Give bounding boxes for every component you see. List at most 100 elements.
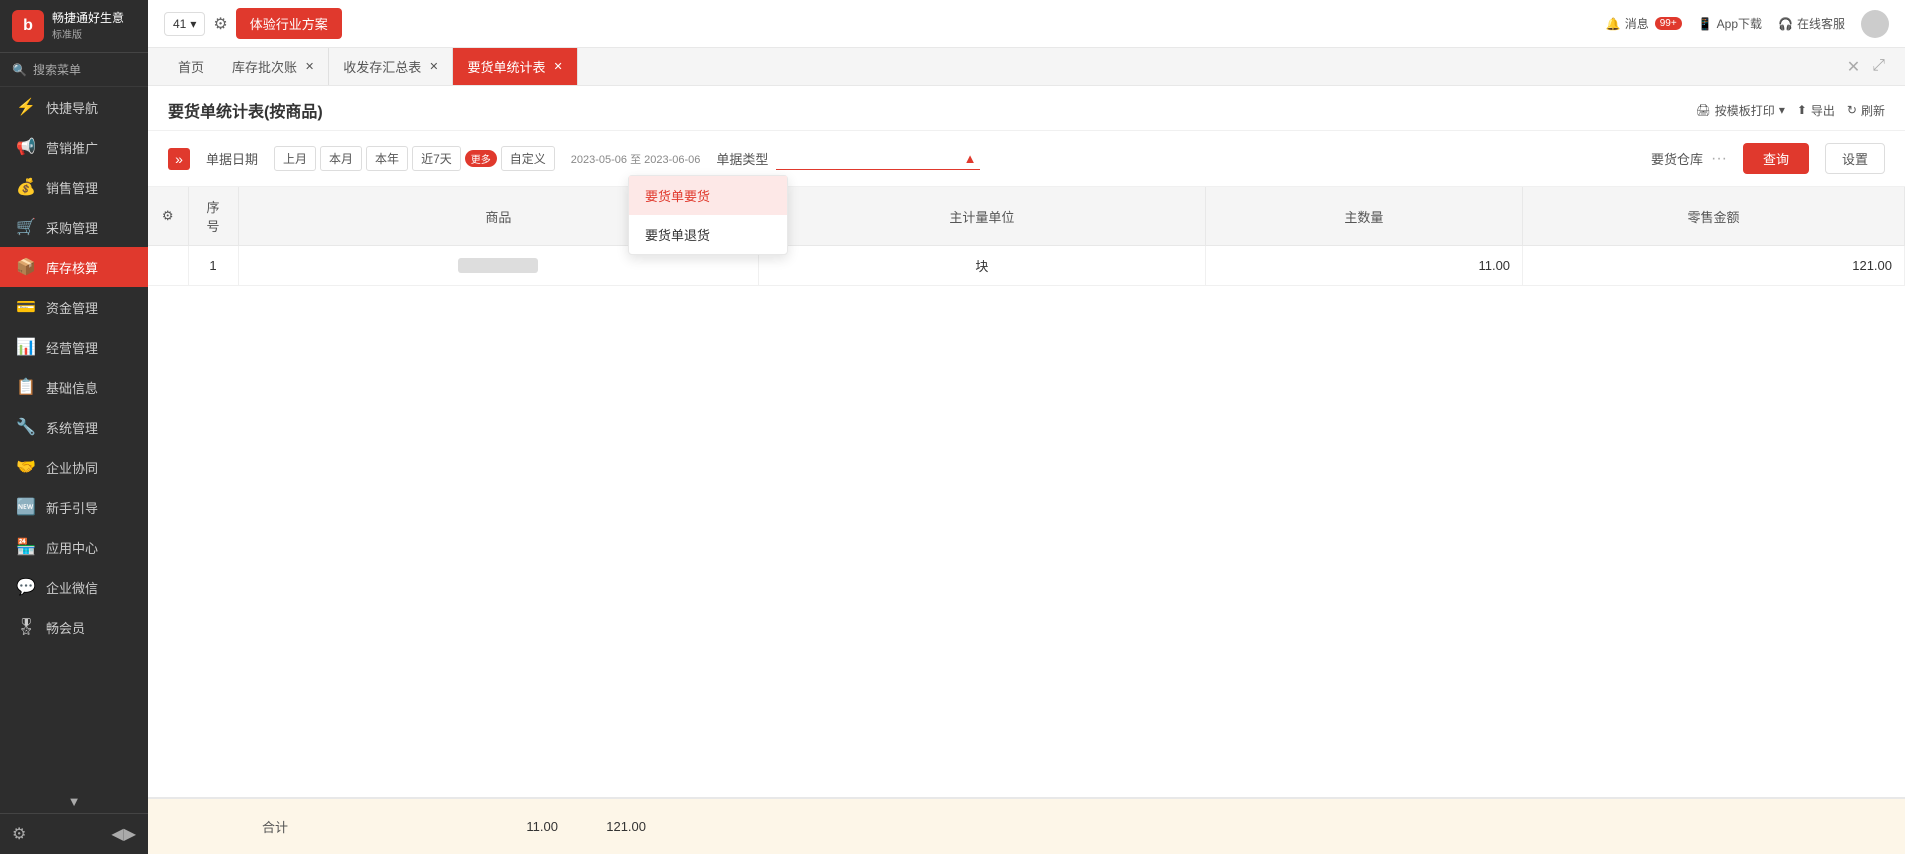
query-button[interactable]: 查询 bbox=[1743, 143, 1809, 174]
col-header-amount: 零售金额 bbox=[1523, 187, 1905, 246]
appstore-icon: 🏪 bbox=[16, 537, 36, 557]
this-year-btn[interactable]: 本年 bbox=[366, 146, 408, 171]
sidebar-item-system[interactable]: 🔧 系统管理 bbox=[0, 407, 148, 447]
phone-icon: 📱 bbox=[1698, 17, 1713, 31]
cell-settings bbox=[148, 246, 188, 286]
type-filter-input[interactable] bbox=[776, 148, 980, 170]
maximize-icon[interactable]: ⤢ bbox=[1868, 55, 1889, 79]
sidebar-item-operation[interactable]: 📊 经营管理 bbox=[0, 327, 148, 367]
sidebar-item-quick-nav[interactable]: ⚡ 快捷导航 bbox=[0, 87, 148, 127]
col-header-qty: 主数量 bbox=[1205, 187, 1522, 246]
export-icon: ⬆ bbox=[1797, 103, 1807, 117]
notifications-label: 消息 bbox=[1625, 15, 1649, 32]
last-month-btn[interactable]: 上月 bbox=[274, 146, 316, 171]
sidebar-item-label: 企业协同 bbox=[46, 458, 98, 477]
cell-num: 1 bbox=[188, 246, 238, 286]
sidebar-item-guide[interactable]: 🆕 新手引导 bbox=[0, 487, 148, 527]
sidebar-item-wechat[interactable]: 💬 企业微信 bbox=[0, 567, 148, 607]
sidebar-item-inventory[interactable]: 📦 库存核算 bbox=[0, 247, 148, 287]
table-footer: 合计 11.00 121.00 bbox=[148, 797, 1905, 854]
close-all-icon[interactable]: ✕ bbox=[1843, 55, 1864, 79]
trial-button[interactable]: 体验行业方案 bbox=[236, 8, 342, 39]
sidebar-item-member[interactable]: 🎖 畅会员 bbox=[0, 607, 148, 647]
cell-unit: 块 bbox=[759, 246, 1205, 286]
sidebar-item-label: 库存核算 bbox=[46, 258, 98, 277]
marketing-icon: 📢 bbox=[16, 137, 36, 157]
settings-icon: ⚙ bbox=[162, 208, 174, 223]
type-dropdown-menu: 要货单要货 要货单退货 bbox=[628, 175, 788, 255]
tab-home[interactable]: 首页 bbox=[164, 49, 218, 84]
page-title: 要货单统计表(按商品) bbox=[168, 98, 323, 122]
sidebar-item-label: 采购管理 bbox=[46, 218, 98, 237]
sidebar-item-label: 新手引导 bbox=[46, 498, 98, 517]
topbar: 41 ▾ ⚙ 体验行业方案 🔔 消息 99+ 📱 App下载 🎧 在线客服 bbox=[148, 0, 1905, 48]
basic-icon: 📋 bbox=[16, 377, 36, 397]
collapse-icon[interactable]: ◀▶ bbox=[111, 824, 136, 844]
print-template-btn[interactable]: 🖨 按模板打印 ▾ bbox=[1696, 102, 1785, 119]
warehouse-more-icon[interactable]: ··· bbox=[1711, 150, 1727, 168]
app-download-item[interactable]: 📱 App下载 bbox=[1698, 15, 1762, 32]
sidebar-item-marketing[interactable]: 📢 营销推广 bbox=[0, 127, 148, 167]
dropdown-item-order-return[interactable]: 要货单退货 bbox=[629, 215, 787, 254]
store-name: 41 bbox=[173, 17, 186, 31]
filter-toggle-btn[interactable]: » bbox=[168, 148, 190, 170]
data-table-wrapper: ⚙ 序号 商品 主计量单位 主数量 bbox=[148, 187, 1905, 286]
sidebar-item-finance[interactable]: 💳 资金管理 bbox=[0, 287, 148, 327]
app-download-label: App下载 bbox=[1717, 15, 1762, 32]
finance-icon: 💳 bbox=[16, 297, 36, 317]
sidebar-item-appstore[interactable]: 🏪 应用中心 bbox=[0, 527, 148, 567]
sidebar-item-basic[interactable]: 📋 基础信息 bbox=[0, 367, 148, 407]
store-selector[interactable]: 41 ▾ bbox=[164, 12, 205, 36]
last-7-btn[interactable]: 近7天 bbox=[412, 146, 461, 171]
refresh-btn[interactable]: ↻ 刷新 bbox=[1847, 102, 1885, 119]
page-content: 要货单统计表(按商品) 🖨 按模板打印 ▾ ⬆ 导出 ↻ 刷新 » bbox=[148, 86, 1905, 854]
close-icon[interactable]: ✕ bbox=[554, 60, 563, 73]
this-month-btn[interactable]: 本月 bbox=[320, 146, 362, 171]
sidebar-item-label: 应用中心 bbox=[46, 538, 98, 557]
chevron-up-icon[interactable]: ▲ bbox=[964, 151, 977, 166]
sidebar-item-label: 基础信息 bbox=[46, 378, 98, 397]
dropdown-item-order-goods[interactable]: 要货单要货 bbox=[629, 176, 787, 215]
close-icon[interactable]: ✕ bbox=[305, 60, 314, 73]
col-header-settings[interactable]: ⚙ bbox=[148, 187, 188, 246]
app-version: 标准版 bbox=[52, 26, 124, 41]
sidebar-item-collab[interactable]: 🤝 企业协同 bbox=[0, 447, 148, 487]
logo-icon: b bbox=[12, 10, 44, 42]
settings-icon[interactable]: ⚙ bbox=[12, 824, 26, 844]
online-service-item[interactable]: 🎧 在线客服 bbox=[1778, 15, 1845, 32]
sidebar: b 畅捷通好生意 标准版 🔍 搜索菜单 ⚡ 快捷导航 📢 营销推广 💰 销售管理… bbox=[0, 0, 148, 854]
search-menu[interactable]: 🔍 搜索菜单 bbox=[0, 53, 148, 87]
user-avatar[interactable] bbox=[1861, 10, 1889, 38]
tab-inventory-batch[interactable]: 库存批次账 ✕ bbox=[218, 48, 329, 85]
topbar-left: 41 ▾ ⚙ 体验行业方案 bbox=[164, 8, 1594, 39]
custom-date-btn[interactable]: 自定义 bbox=[501, 146, 555, 171]
guide-icon: 🆕 bbox=[16, 497, 36, 517]
sidebar-item-sales[interactable]: 💰 销售管理 bbox=[0, 167, 148, 207]
sidebar-item-label: 系统管理 bbox=[46, 418, 98, 437]
sidebar-item-label: 营销推广 bbox=[46, 138, 98, 157]
tab-bar: 首页 库存批次账 ✕ 收发存汇总表 ✕ 要货单统计表 ✕ ✕ ⤢ bbox=[148, 48, 1905, 86]
filter-type-group: 单据类型 ▲ bbox=[716, 148, 980, 170]
topbar-gear-icon[interactable]: ⚙ bbox=[213, 14, 227, 34]
close-icon[interactable]: ✕ bbox=[429, 60, 438, 73]
footer-amount: 121.00 bbox=[578, 811, 658, 842]
sidebar-bottom: ⚙ ◀▶ bbox=[0, 813, 148, 854]
tab-order-stats[interactable]: 要货单统计表 ✕ bbox=[453, 48, 577, 85]
sidebar-scroll-down[interactable]: ▼ bbox=[0, 790, 148, 813]
warehouse-group: 要货仓库 ··· bbox=[1651, 149, 1727, 168]
cell-amount: 121.00 bbox=[1523, 246, 1905, 286]
quick-nav-icon: ⚡ bbox=[16, 97, 36, 117]
table-row: 1 ■■■■ ■■■ 块 11.00 121.00 bbox=[148, 246, 1905, 286]
settings-button[interactable]: 设置 bbox=[1825, 143, 1885, 174]
inventory-icon: 📦 bbox=[16, 257, 36, 277]
export-btn[interactable]: ⬆ 导出 bbox=[1797, 102, 1835, 119]
footer-qty: 11.00 bbox=[490, 811, 570, 842]
footer-label: 合计 bbox=[250, 809, 390, 844]
warehouse-label: 要货仓库 bbox=[1651, 149, 1703, 168]
table-header-row: ⚙ 序号 商品 主计量单位 主数量 bbox=[148, 187, 1905, 246]
printer-icon: 🖨 bbox=[1696, 103, 1711, 117]
sidebar-item-purchase[interactable]: 🛒 采购管理 bbox=[0, 207, 148, 247]
more-date-badge[interactable]: 更多 bbox=[465, 150, 497, 167]
tab-receive-summary[interactable]: 收发存汇总表 ✕ bbox=[329, 48, 453, 85]
notifications-item[interactable]: 🔔 消息 99+ bbox=[1606, 15, 1682, 32]
